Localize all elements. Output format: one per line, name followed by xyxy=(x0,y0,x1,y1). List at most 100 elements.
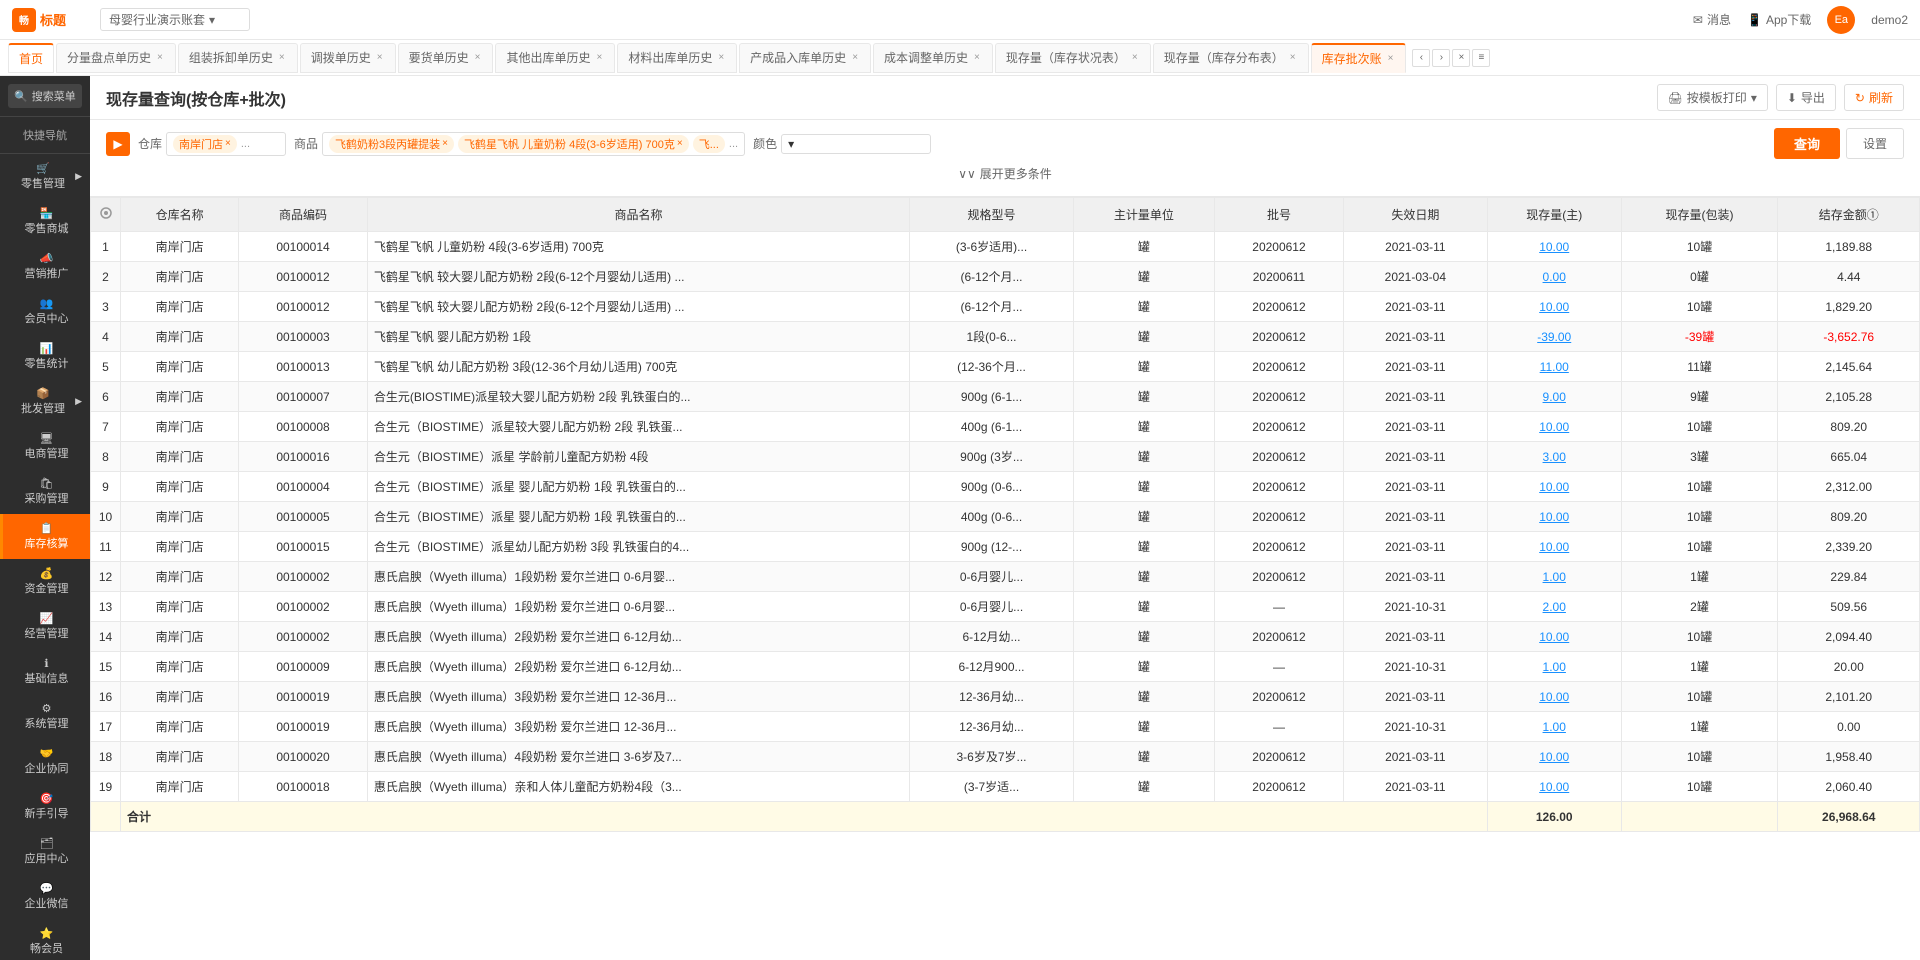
sidebar-item-retail[interactable]: 🛒 零售管理 ▶ xyxy=(0,154,90,199)
sidebar-item-purchase[interactable]: 🛍 采购管理 xyxy=(0,469,90,514)
th-checkbox[interactable] xyxy=(91,198,121,232)
warehouse-tag-close[interactable]: × xyxy=(225,138,231,149)
tab-cost-adjust[interactable]: 成本调整单历史 × xyxy=(873,43,993,73)
sidebar-item-operations[interactable]: 📈 经营管理 xyxy=(0,604,90,649)
sidebar-item-ecommerce[interactable]: 🖥 电商管理 xyxy=(0,424,90,469)
cell-qty-pack: 10罐 xyxy=(1621,682,1778,712)
tab-split-inventory-close[interactable]: × xyxy=(155,51,165,64)
sidebar-item-inventory[interactable]: 📋 库存核算 xyxy=(0,514,90,559)
sidebar-item-guide[interactable]: 🎯 新手引导 xyxy=(0,784,90,829)
cell-unit: 罐 xyxy=(1073,682,1214,712)
cell-qty-main[interactable]: 10.00 xyxy=(1487,682,1621,712)
print-button[interactable]: 🖨 按模板打印 ▾ xyxy=(1657,84,1768,111)
gear-settings-icon[interactable] xyxy=(99,206,113,220)
cell-qty-main[interactable]: 10.00 xyxy=(1487,532,1621,562)
tab-requisition-close[interactable]: × xyxy=(473,51,483,64)
tab-material-out[interactable]: 材料出库单历史 × xyxy=(617,43,737,73)
cell-qty-main[interactable]: 10.00 xyxy=(1487,742,1621,772)
product-tag-1-close[interactable]: × xyxy=(442,138,448,149)
cell-warehouse: 南岸门店 xyxy=(121,562,239,592)
cell-qty-main[interactable]: 10.00 xyxy=(1487,412,1621,442)
cell-qty-main[interactable]: 2.00 xyxy=(1487,592,1621,622)
tab-disassemble[interactable]: 组装拆卸单历史 × xyxy=(178,43,298,73)
sidebar-item-vip[interactable]: ⭐ 畅会员 xyxy=(0,919,90,960)
sidebar-item-member[interactable]: 👥 会员中心 xyxy=(0,289,90,334)
sidebar-item-wechat[interactable]: 💬 企业微信 xyxy=(0,874,90,919)
cell-qty-main[interactable]: 10.00 xyxy=(1487,772,1621,802)
company-select[interactable]: 母婴行业演示账套 ▾ xyxy=(100,8,250,31)
cell-qty-pack: 10罐 xyxy=(1621,412,1778,442)
sidebar-item-marketing[interactable]: 📣 营销推广 xyxy=(0,244,90,289)
cell-qty-main[interactable]: 1.00 xyxy=(1487,712,1621,742)
cell-spec: 3-6岁及7岁... xyxy=(910,742,1073,772)
tab-warehouse-batch-close[interactable]: × xyxy=(1386,52,1396,65)
message-button[interactable]: ✉ 消息 xyxy=(1693,11,1731,28)
cell-amount: 0.00 xyxy=(1778,712,1920,742)
user-initials: Ea xyxy=(1835,14,1848,26)
tab-transfer-close[interactable]: × xyxy=(375,51,385,64)
tab-close-all-button[interactable]: × xyxy=(1452,49,1470,67)
tab-stock-status[interactable]: 现存量（库存状况表） × xyxy=(995,43,1151,73)
cell-qty-main[interactable]: 11.00 xyxy=(1487,352,1621,382)
tab-cost-adjust-close[interactable]: × xyxy=(972,51,982,64)
tab-stock-dist-close[interactable]: × xyxy=(1288,51,1298,64)
cell-qty-main[interactable]: 10.00 xyxy=(1487,292,1621,322)
tab-stock-dist[interactable]: 现存量（库存分布表） × xyxy=(1153,43,1309,73)
tab-menu-button[interactable]: ≡ xyxy=(1472,49,1490,67)
sidebar-item-retail-stat[interactable]: 📊 零售统计 xyxy=(0,334,90,379)
tab-stock-status-close[interactable]: × xyxy=(1130,51,1140,64)
cell-qty-main[interactable]: 0.00 xyxy=(1487,262,1621,292)
filter-expand-button[interactable]: ▶ xyxy=(106,132,130,156)
cell-code: 00100014 xyxy=(239,232,368,262)
sidebar-item-basic[interactable]: ℹ 基础信息 xyxy=(0,649,90,694)
query-button[interactable]: 查询 xyxy=(1774,128,1840,159)
warehouse-tag-container[interactable]: 南岸门店 × ... xyxy=(166,132,286,156)
tab-other-out[interactable]: 其他出库单历史 × xyxy=(495,43,615,73)
tab-warehouse-batch[interactable]: 库存批次账 × xyxy=(1311,43,1407,73)
tab-stock-status-label: 现存量（库存状况表） xyxy=(1006,49,1126,66)
color-tag-container[interactable]: ▾ xyxy=(781,134,931,154)
cell-qty-main[interactable]: 10.00 xyxy=(1487,472,1621,502)
tab-other-out-close[interactable]: × xyxy=(594,51,604,64)
product-tag-2-close[interactable]: × xyxy=(677,138,683,149)
cell-qty-main[interactable]: 1.00 xyxy=(1487,652,1621,682)
sidebar-item-appstore[interactable]: 🗂 应用中心 xyxy=(0,829,90,874)
cell-qty-main[interactable]: 10.00 xyxy=(1487,622,1621,652)
tab-requisition[interactable]: 要货单历史 × xyxy=(398,43,494,73)
sidebar-search-box[interactable]: 🔍 搜索菜单 xyxy=(8,84,82,108)
sidebar-item-purchase-label: 采购管理 xyxy=(25,490,69,506)
sidebar-item-finance[interactable]: 💰 资金管理 xyxy=(0,559,90,604)
sidebar-item-wholesale[interactable]: 📦 批发管理 ▶ xyxy=(0,379,90,424)
product-tag-container[interactable]: 飞鹤奶粉3段丙罐提装 × 飞鹤星飞帆 儿童奶粉 4段(3-6岁适用) 700克 … xyxy=(322,132,745,156)
cell-code: 00100016 xyxy=(239,442,368,472)
tab-material-out-close[interactable]: × xyxy=(716,51,726,64)
tab-split-inventory[interactable]: 分量盘点单历史 × xyxy=(56,43,176,73)
table-row: 6 南岸门店 00100007 合生元(BIOSTIME)派星较大婴儿配方奶粉 … xyxy=(91,382,1920,412)
tab-prev-button[interactable]: ‹ xyxy=(1412,49,1430,67)
tab-product-in-close[interactable]: × xyxy=(850,51,860,64)
tab-product-in[interactable]: 产成品入库单历史 × xyxy=(739,43,871,73)
cell-qty-main[interactable]: 10.00 xyxy=(1487,502,1621,532)
cell-qty-main[interactable]: 3.00 xyxy=(1487,442,1621,472)
refresh-button[interactable]: ↻ 刷新 xyxy=(1844,84,1904,111)
expand-more-button[interactable]: ∨∨ 展开更多条件 xyxy=(958,165,1052,182)
avatar[interactable]: Ea xyxy=(1827,6,1855,34)
cell-qty-main[interactable]: 10.00 xyxy=(1487,232,1621,262)
sidebar-item-cooperation[interactable]: 🤝 企业协同 xyxy=(0,739,90,784)
page-header: 现存量查询(按仓库+批次) 🖨 按模板打印 ▾ ⬇ 导出 ↻ 刷新 xyxy=(90,76,1920,120)
settings-button[interactable]: 设置 xyxy=(1846,128,1904,159)
cell-qty-main[interactable]: -39.00 xyxy=(1487,322,1621,352)
tab-next-button[interactable]: › xyxy=(1432,49,1450,67)
cell-no: 11 xyxy=(91,532,121,562)
tab-transfer[interactable]: 调拨单历史 × xyxy=(300,43,396,73)
tab-home[interactable]: 首页 xyxy=(8,43,54,73)
cell-qty-main[interactable]: 1.00 xyxy=(1487,562,1621,592)
cell-warehouse: 南岸门店 xyxy=(121,592,239,622)
app-download-button[interactable]: 📱 App下载 xyxy=(1747,11,1811,28)
sidebar-item-retail-shop[interactable]: 🏪 零售商城 xyxy=(0,199,90,244)
export-button[interactable]: ⬇ 导出 xyxy=(1776,84,1836,111)
tab-disassemble-close[interactable]: × xyxy=(277,51,287,64)
sidebar-item-system[interactable]: ⚙ 系统管理 xyxy=(0,694,90,739)
cell-name: 飞鹤星飞帆 较大婴儿配方奶粉 2段(6-12个月婴幼儿适用) ... xyxy=(367,292,909,322)
cell-qty-main[interactable]: 9.00 xyxy=(1487,382,1621,412)
